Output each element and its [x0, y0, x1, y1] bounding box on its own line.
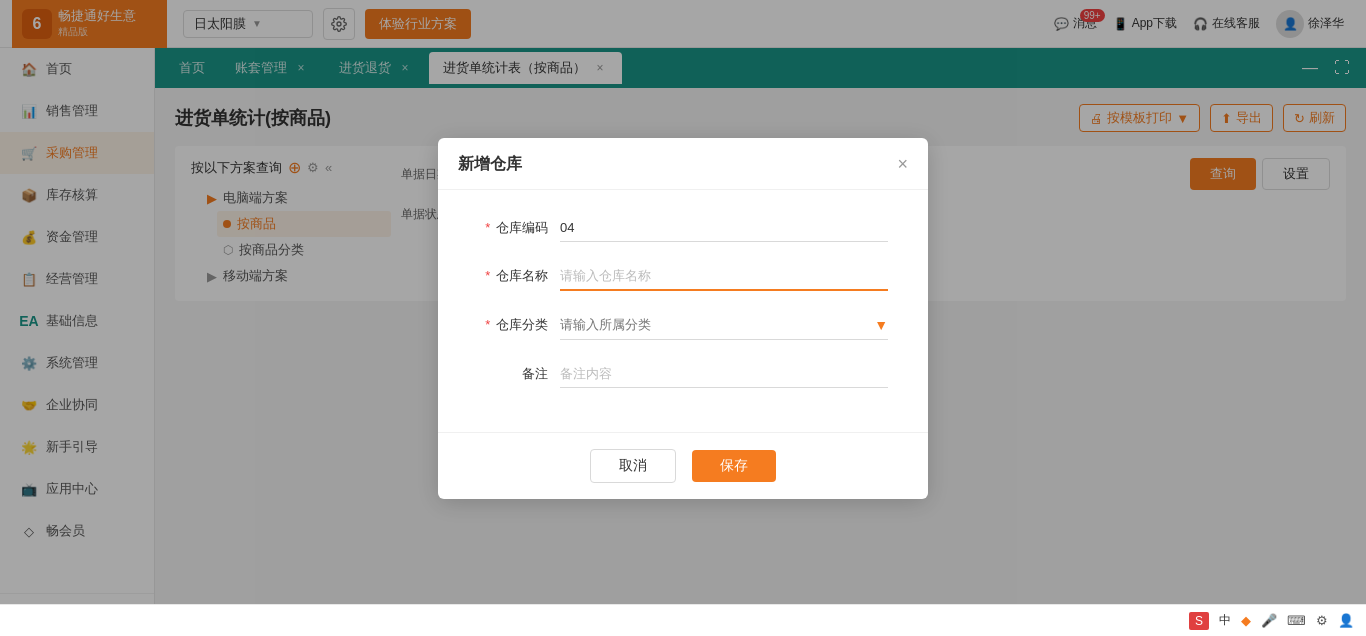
- form-row-category: * 仓库分类 ▼: [478, 311, 888, 340]
- name-label: * 仓库名称: [478, 267, 548, 285]
- modal-close-icon[interactable]: ×: [897, 155, 908, 173]
- status-mic-icon[interactable]: 🎤: [1261, 613, 1277, 628]
- category-input[interactable]: [560, 317, 874, 332]
- modal-body: * 仓库编码 * 仓库名称 * 仓库分类: [438, 190, 928, 432]
- form-row-remark: 备注: [478, 360, 888, 388]
- modal-footer: 取消 保存: [438, 432, 928, 499]
- status-icons: S 中 ◆ 🎤 ⌨ ⚙ 👤: [1189, 612, 1354, 630]
- form-row-name: * 仓库名称: [478, 262, 888, 291]
- form-row-code: * 仓库编码: [478, 214, 888, 242]
- modal-overlay[interactable]: 新增仓库 × * 仓库编码 * 仓库名称: [0, 0, 1366, 636]
- save-button[interactable]: 保存: [692, 450, 776, 482]
- code-label: * 仓库编码: [478, 219, 548, 237]
- name-input[interactable]: [560, 262, 888, 291]
- modal-new-warehouse: 新增仓库 × * 仓库编码 * 仓库名称: [438, 138, 928, 499]
- status-zh-icon[interactable]: 中: [1219, 612, 1231, 629]
- remark-label: 备注: [478, 365, 548, 383]
- modal-header: 新增仓库 ×: [438, 138, 928, 190]
- status-dot-icon[interactable]: ◆: [1241, 613, 1251, 628]
- status-user-icon[interactable]: 👤: [1338, 613, 1354, 628]
- status-keyboard-icon[interactable]: ⌨: [1287, 613, 1306, 628]
- category-label: * 仓库分类: [478, 316, 548, 334]
- required-star-code: *: [485, 220, 490, 235]
- status-bar: S 中 ◆ 🎤 ⌨ ⚙ 👤: [0, 604, 1366, 636]
- required-star-name: *: [485, 268, 490, 283]
- code-input[interactable]: [560, 214, 888, 242]
- cancel-button[interactable]: 取消: [590, 449, 676, 483]
- category-select-wrap[interactable]: ▼: [560, 311, 888, 340]
- status-sougou-icon[interactable]: S: [1189, 612, 1209, 630]
- required-star-category: *: [485, 317, 490, 332]
- modal-title: 新增仓库: [458, 154, 522, 175]
- category-arrow-icon: ▼: [874, 317, 888, 333]
- remark-input[interactable]: [560, 360, 888, 388]
- status-settings-icon[interactable]: ⚙: [1316, 613, 1328, 628]
